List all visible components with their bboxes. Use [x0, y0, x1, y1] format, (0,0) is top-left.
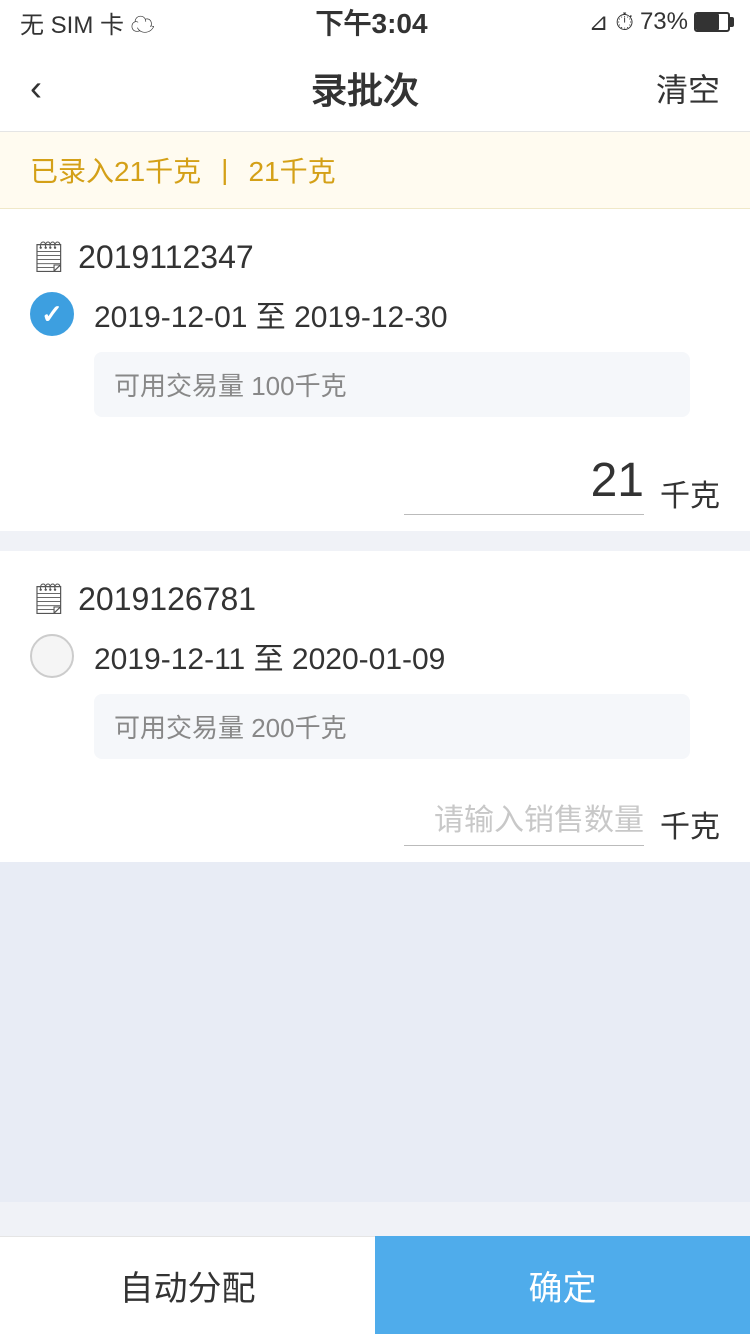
bottom-area — [0, 862, 750, 1202]
batch1-avail: 可用交易量 100千克 — [94, 352, 690, 417]
footer: 自动分配 确定 — [0, 1236, 750, 1334]
batch2-row[interactable]: 2019-12-11 至 2020-01-09 — [30, 634, 720, 678]
page-title: 录批次 — [311, 62, 419, 114]
batch2-unit: 千克 — [660, 802, 720, 846]
status-right: ⊿ ⏱ 73% — [588, 8, 730, 37]
batch1-card: 🗒 2019112347 2019-12-01 至 2019-12-30 可用交… — [0, 209, 750, 531]
confirm-button[interactable]: 确定 — [375, 1236, 750, 1334]
batch2-id: 2019126781 — [78, 581, 256, 618]
batch2-date-range: 2019-12-11 至 2020-01-09 — [94, 634, 445, 678]
batch2-input-inner[interactable]: 请输入销售数量 — [404, 795, 644, 846]
batch1-amount-value: 21 — [591, 453, 644, 508]
batch2-input-underline — [404, 845, 644, 846]
batch1-underline — [404, 514, 644, 515]
batch1-id: 2019112347 — [78, 239, 254, 276]
batch2-avail: 可用交易量 200千克 — [94, 694, 690, 759]
info-banner: 已录入21千克 | 21千克 — [0, 132, 750, 209]
battery-percent: 73% — [640, 8, 688, 36]
batch2-input-row[interactable]: 请输入销售数量 千克 — [0, 779, 750, 862]
status-time: 下午3:04 — [316, 2, 428, 42]
doc-icon-1: 🗒 — [30, 240, 68, 275]
batch1-date-range: 2019-12-01 至 2019-12-30 — [94, 292, 448, 336]
batch2-input-placeholder[interactable]: 请输入销售数量 — [434, 795, 644, 839]
batch2-card: 🗒 2019126781 2019-12-11 至 2020-01-09 可用交… — [0, 551, 750, 862]
doc-icon-2: 🗒 — [30, 582, 68, 617]
banner-divider: | — [221, 154, 228, 186]
back-button[interactable]: ‹ — [30, 67, 90, 109]
batch2-radio[interactable] — [30, 634, 74, 678]
battery-icon: ⊿ ⏱ — [588, 8, 634, 37]
clear-button[interactable]: 清空 — [640, 65, 720, 111]
recorded-label: 已录入21千克 — [30, 150, 201, 190]
batch2-header: 🗒 2019126781 — [30, 581, 720, 618]
batch1-radio[interactable] — [30, 292, 74, 336]
batch1-amount-inner: 21 — [404, 453, 644, 515]
sim-label: 无 SIM 卡 ☁ — [20, 5, 155, 40]
nav-bar: ‹ 录批次 清空 — [0, 44, 750, 132]
status-bar: 无 SIM 卡 ☁ 下午3:04 ⊿ ⏱ 73% — [0, 0, 750, 44]
status-left: 无 SIM 卡 ☁ — [20, 5, 155, 40]
section-divider — [0, 531, 750, 551]
auto-distribute-button[interactable]: 自动分配 — [0, 1236, 375, 1334]
batch1-unit: 千克 — [660, 471, 720, 515]
batch1-amount-row: 21 千克 — [0, 437, 750, 531]
batch1-header: 🗒 2019112347 — [30, 239, 720, 276]
banner-value: 21千克 — [248, 150, 335, 190]
batch1-row[interactable]: 2019-12-01 至 2019-12-30 — [30, 292, 720, 336]
battery-bar — [694, 12, 730, 32]
